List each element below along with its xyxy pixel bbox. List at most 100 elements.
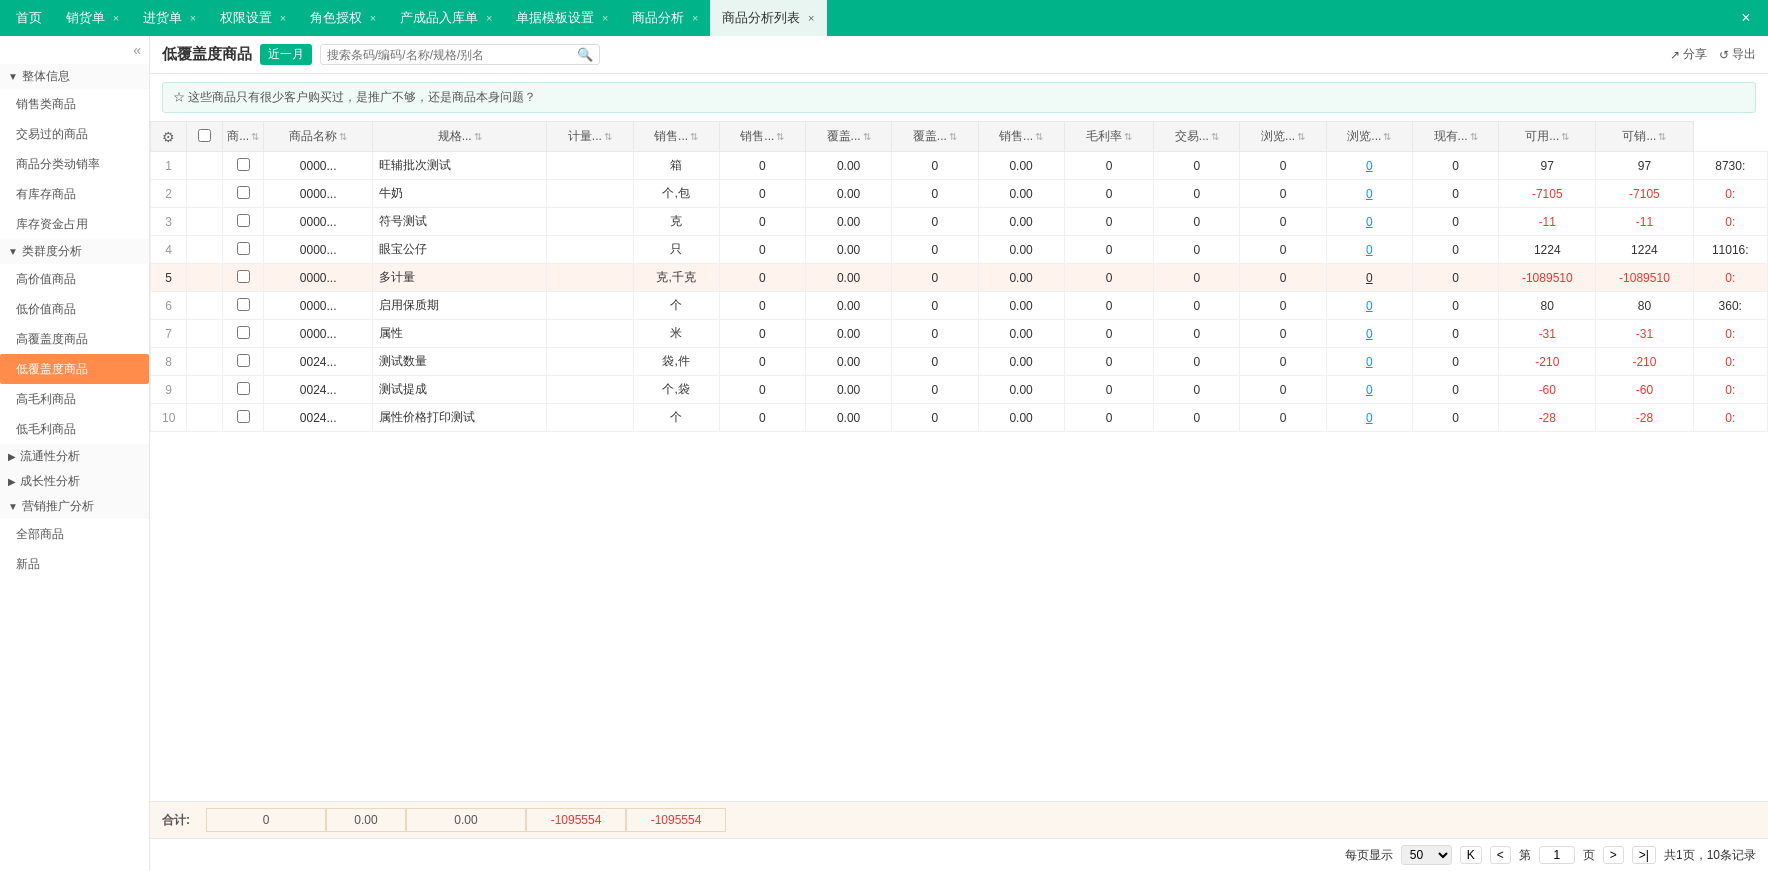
export-button[interactable]: ↺ 导出 [1719, 46, 1756, 63]
row-checkbox[interactable] [237, 410, 250, 423]
row-checkbox[interactable] [237, 326, 250, 339]
col-code[interactable]: 商...⇅ [223, 122, 264, 152]
row-settings[interactable] [187, 404, 223, 432]
sidebar-item-capital-occupation[interactable]: 库存资金占用 [0, 209, 149, 239]
row-settings[interactable] [187, 376, 223, 404]
row-settings[interactable] [187, 152, 223, 180]
nav-permission-settings[interactable]: 权限设置 × [208, 0, 298, 36]
col-sales-amt[interactable]: 销售...⇅ [719, 122, 805, 152]
page-number-input[interactable] [1539, 846, 1575, 864]
row-checkbox-cell[interactable] [223, 264, 264, 292]
row-checkbox[interactable] [237, 214, 250, 227]
row-checkbox-cell[interactable] [223, 348, 264, 376]
share-button[interactable]: ↗ 分享 [1670, 46, 1707, 63]
row-browse1[interactable]: 0 [1326, 376, 1412, 404]
close-role-icon[interactable]: × [370, 12, 376, 24]
nav-goods-analysis[interactable]: 商品分析 × [620, 0, 710, 36]
sidebar-item-all-goods[interactable]: 全部商品 [0, 519, 149, 549]
nav-home[interactable]: 首页 [4, 0, 54, 36]
sidebar-collapse-button[interactable]: « [0, 36, 149, 64]
sidebar-item-high-margin[interactable]: 高毛利商品 [0, 384, 149, 414]
nav-role-auth[interactable]: 角色授权 × [298, 0, 388, 36]
col-trade[interactable]: 交易...⇅ [1154, 122, 1240, 152]
sidebar-item-low-coverage[interactable]: 低覆盖度商品 [0, 354, 149, 384]
row-checkbox-cell[interactable] [223, 208, 264, 236]
sidebar-group-marketing[interactable]: ▼ 营销推广分析 [0, 494, 149, 519]
col-browse2[interactable]: 浏览...⇅ [1326, 122, 1412, 152]
col-settings[interactable]: ⚙ [151, 122, 187, 152]
close-goods-analysis-icon[interactable]: × [692, 12, 698, 24]
nav-sales-order[interactable]: 销货单 × [54, 0, 131, 36]
close-permission-icon[interactable]: × [280, 12, 286, 24]
row-settings[interactable] [187, 264, 223, 292]
row-checkbox-cell[interactable] [223, 292, 264, 320]
row-checkbox-cell[interactable] [223, 152, 264, 180]
sidebar-item-stock-goods[interactable]: 有库存商品 [0, 179, 149, 209]
sidebar-item-traded-goods[interactable]: 交易过的商品 [0, 119, 149, 149]
row-settings[interactable] [187, 208, 223, 236]
row-settings[interactable] [187, 348, 223, 376]
sidebar-item-low-value[interactable]: 低价值商品 [0, 294, 149, 324]
sidebar-group-overall[interactable]: ▼ 整体信息 [0, 64, 149, 89]
select-all-checkbox[interactable] [198, 129, 211, 142]
period-button[interactable]: 近一月 [260, 44, 312, 65]
col-spec[interactable]: 规格...⇅ [373, 122, 547, 152]
row-checkbox-cell[interactable] [223, 404, 264, 432]
close-template-icon[interactable]: × [602, 12, 608, 24]
row-checkbox-cell[interactable] [223, 236, 264, 264]
nav-template-settings[interactable]: 单据模板设置 × [504, 0, 620, 36]
col-name[interactable]: 商品名称⇅ [264, 122, 373, 152]
row-settings[interactable] [187, 320, 223, 348]
row-browse1[interactable]: 0 [1326, 264, 1412, 292]
col-current[interactable]: 现有...⇅ [1412, 122, 1498, 152]
sidebar-item-low-margin[interactable]: 低毛利商品 [0, 414, 149, 444]
col-sales-x[interactable]: 销售...⇅ [978, 122, 1064, 152]
row-checkbox[interactable] [237, 382, 250, 395]
sidebar-group-cluster[interactable]: ▼ 类群度分析 [0, 239, 149, 264]
first-page-button[interactable]: K [1460, 846, 1482, 864]
close-purchase-order-icon[interactable]: × [190, 12, 196, 24]
close-goods-list-icon[interactable]: × [808, 12, 814, 24]
row-checkbox[interactable] [237, 298, 250, 311]
row-browse1[interactable]: 0 [1326, 208, 1412, 236]
sidebar-item-category-rate[interactable]: 商品分类动销率 [0, 149, 149, 179]
sidebar-group-growth[interactable]: ▶ 成长性分析 [0, 469, 149, 494]
row-browse1[interactable]: 0 [1326, 236, 1412, 264]
next-page-button[interactable]: > [1603, 846, 1624, 864]
close-product-in-icon[interactable]: × [486, 12, 492, 24]
row-browse1[interactable]: 0 [1326, 348, 1412, 376]
sidebar-item-high-coverage[interactable]: 高覆盖度商品 [0, 324, 149, 354]
col-coverage2[interactable]: 覆盖...⇅ [892, 122, 978, 152]
row-browse1[interactable]: 0 [1326, 404, 1412, 432]
sidebar-item-sales-goods[interactable]: 销售类商品 [0, 89, 149, 119]
row-checkbox[interactable] [237, 354, 250, 367]
window-close-button[interactable]: × [1728, 0, 1764, 36]
last-page-button[interactable]: >| [1632, 846, 1656, 864]
row-checkbox[interactable] [237, 242, 250, 255]
row-checkbox[interactable] [237, 186, 250, 199]
close-sales-order-icon[interactable]: × [113, 12, 119, 24]
row-settings[interactable] [187, 180, 223, 208]
page-size-select[interactable]: 20 50 100 200 [1401, 845, 1452, 865]
row-browse1[interactable]: 0 [1326, 152, 1412, 180]
row-settings[interactable] [187, 236, 223, 264]
row-checkbox[interactable] [237, 270, 250, 283]
col-checkbox[interactable] [187, 122, 223, 152]
col-sellable[interactable]: 可销...⇅ [1596, 122, 1693, 152]
sidebar-item-high-value[interactable]: 高价值商品 [0, 264, 149, 294]
row-checkbox-cell[interactable] [223, 180, 264, 208]
nav-product-in[interactable]: 产成品入库单 × [388, 0, 504, 36]
sidebar-item-new-goods[interactable]: 新品 [0, 549, 149, 579]
row-browse1[interactable]: 0 [1326, 180, 1412, 208]
row-checkbox-cell[interactable] [223, 320, 264, 348]
nav-purchase-order[interactable]: 进货单 × [131, 0, 208, 36]
search-input[interactable] [327, 48, 577, 62]
col-sales-qty[interactable]: 销售...⇅ [633, 122, 719, 152]
row-checkbox[interactable] [237, 158, 250, 171]
col-gross-rate[interactable]: 毛利率⇅ [1064, 122, 1153, 152]
col-unit[interactable]: 计量...⇅ [547, 122, 633, 152]
row-checkbox-cell[interactable] [223, 376, 264, 404]
col-coverage1[interactable]: 覆盖...⇅ [806, 122, 892, 152]
row-browse1[interactable]: 0 [1326, 292, 1412, 320]
col-browse1[interactable]: 浏览...⇅ [1240, 122, 1326, 152]
